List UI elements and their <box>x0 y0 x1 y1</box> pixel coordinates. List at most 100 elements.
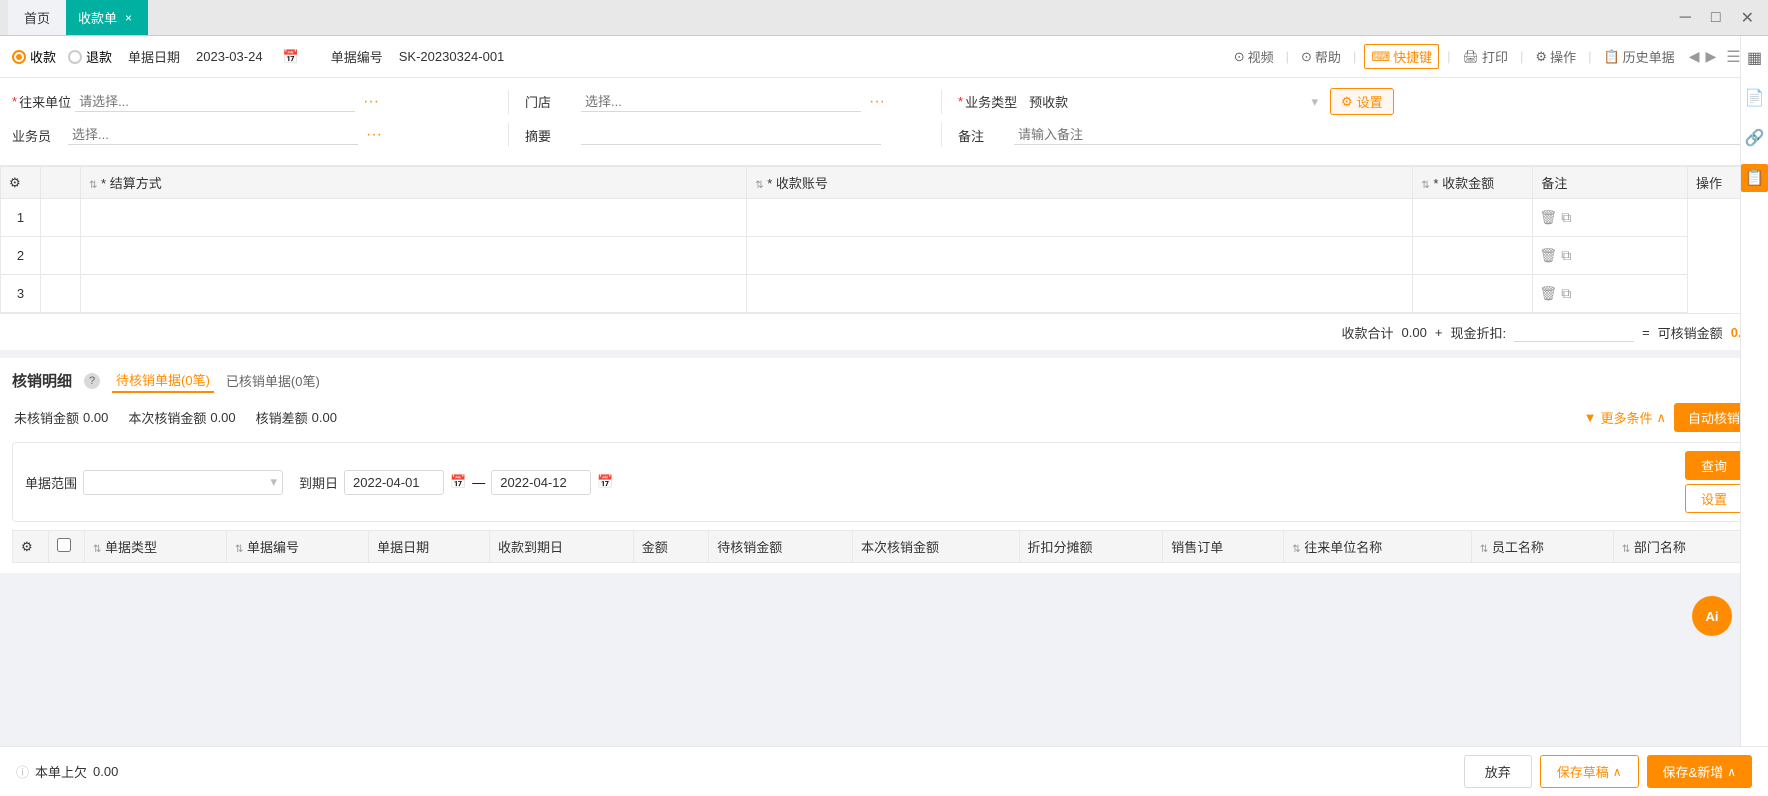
row-3-account[interactable] <box>81 275 747 313</box>
prev-info-icon[interactable]: ⓘ <box>16 762 29 781</box>
help-button[interactable]: ⊙ 帮助 <box>1297 45 1345 68</box>
footer: ⓘ 本单上欠 0.00 放弃 保存草稿 ∧ 保存&新增 ∧ <box>0 746 1768 796</box>
more-conditions-btn[interactable]: ▼ 更多条件 ∧ <box>1584 408 1666 427</box>
radio-receipt[interactable]: 收款 <box>12 47 56 66</box>
save-button[interactable]: 保存&新增 ∧ <box>1647 755 1752 788</box>
tab-home[interactable]: 首页 <box>8 0 66 35</box>
customer-more-btn[interactable]: ··· <box>359 93 383 111</box>
biz-type-value: 预收款 <box>1029 92 1068 111</box>
tab-done[interactable]: 已核销单据(0笔) <box>226 371 320 390</box>
maximize-button[interactable]: □ <box>1705 7 1727 29</box>
th-discount: 折扣分摊额 <box>1019 531 1163 563</box>
range-select[interactable] <box>83 470 283 495</box>
tab-close-icon[interactable]: × <box>125 11 132 25</box>
row-1-settle[interactable] <box>41 199 81 237</box>
help-icon: ⊙ <box>1301 49 1312 65</box>
customer-input[interactable] <box>75 92 355 112</box>
next-arrow[interactable]: ▶ <box>1703 48 1718 65</box>
divider-2 <box>941 90 942 114</box>
row-3-account-input[interactable] <box>81 275 746 312</box>
row-2-remark[interactable] <box>1413 237 1533 275</box>
discount-input[interactable] <box>1514 322 1634 342</box>
row-2-remark-input[interactable] <box>1413 237 1532 274</box>
biz-type-dropdown[interactable]: ▾ <box>1311 94 1318 110</box>
row-2-account-input[interactable] <box>81 237 746 274</box>
tab-active[interactable]: 收款单 × <box>66 0 148 35</box>
table-row: 3 🗑 ⧉ <box>1 275 1768 313</box>
verify-info-icon[interactable]: ? <box>84 373 100 389</box>
row-1-amount-input[interactable] <box>747 199 1412 236</box>
draft-button[interactable]: 保存草稿 ∧ <box>1540 755 1639 788</box>
prev-arrow[interactable]: ◀ <box>1687 48 1702 65</box>
row-2-settle[interactable] <box>41 237 81 275</box>
row-2-account[interactable] <box>81 237 747 275</box>
shortcut-button[interactable]: ⌨ 快捷键 <box>1364 44 1439 69</box>
row-3-remark[interactable] <box>1413 275 1533 313</box>
row-3-remark-input[interactable] <box>1413 275 1532 312</box>
row-1-settle-input[interactable] <box>41 199 80 236</box>
remark-input[interactable] <box>1014 125 1756 145</box>
th-settings-bottom[interactable]: ⚙ <box>13 531 49 563</box>
row-2-amount-input[interactable] <box>747 237 1412 274</box>
verify-title: 核销明细 <box>12 370 72 391</box>
biz-type-required: * <box>958 94 963 109</box>
bill-no-value: SK-20230324-001 <box>399 49 505 64</box>
row-3-copy-icon[interactable]: ⧉ <box>1561 285 1571 302</box>
video-button[interactable]: ⊙ 视频 <box>1230 45 1278 68</box>
select-all-checkbox[interactable] <box>57 538 71 552</box>
sidebar-active-icon[interactable]: 📋 <box>1741 164 1768 192</box>
due-from-cal-icon[interactable]: 📅 <box>450 474 466 490</box>
tab-pending[interactable]: 待核销单据(0笔) <box>112 368 214 393</box>
calendar-icon[interactable]: 📅 <box>283 49 299 65</box>
row-3-amount-input[interactable] <box>747 275 1412 312</box>
row-2-action: 🗑 ⧉ <box>1533 237 1688 275</box>
history-button[interactable]: 📋 历史单据 <box>1599 45 1678 68</box>
row-1-account-input[interactable] <box>81 199 746 236</box>
row-2-amount[interactable] <box>747 237 1413 275</box>
due-to-input[interactable] <box>491 470 591 495</box>
settings-button[interactable]: ⚙ 设置 <box>1330 88 1394 115</box>
print-button[interactable]: 🖨 打印 <box>1459 45 1513 68</box>
th-settings[interactable]: ⚙ <box>1 167 41 199</box>
row-3-settle[interactable] <box>41 275 81 313</box>
stats-row: 未核销金额 0.00 本次核销金额 0.00 核销差额 0.00 ▼ 更多条件 … <box>12 403 1756 432</box>
th-row-num <box>41 167 81 199</box>
store-input[interactable] <box>581 92 861 112</box>
staff-more-btn[interactable]: ··· <box>362 126 386 144</box>
row-3-amount[interactable] <box>747 275 1413 313</box>
row-2-copy-icon[interactable]: ⧉ <box>1561 247 1571 264</box>
th-account: ⇅ * 收款账号 <box>747 167 1413 199</box>
table-row: 2 🗑 ⧉ <box>1 237 1768 275</box>
sidebar-table-icon[interactable]: ▦ <box>1743 44 1766 72</box>
row-1-amount[interactable] <box>747 199 1413 237</box>
row-2-settle-input[interactable] <box>41 237 80 274</box>
row-2-delete-icon[interactable]: 🗑 <box>1539 247 1557 264</box>
sidebar-link-icon[interactable]: 🔗 <box>1741 124 1768 152</box>
row-3-delete-icon[interactable]: 🗑 <box>1539 285 1557 302</box>
row-1-remark-input[interactable] <box>1413 199 1532 236</box>
row-3-settle-input[interactable] <box>41 275 80 312</box>
abandon-button[interactable]: 放弃 <box>1464 755 1532 788</box>
list-view-btn[interactable]: ☰ <box>1726 47 1740 67</box>
sidebar-doc-icon[interactable]: 📄 <box>1741 84 1768 112</box>
summary-input[interactable] <box>581 125 881 145</box>
row-1-account[interactable] <box>81 199 747 237</box>
ops-button[interactable]: ⚙ 操作 <box>1531 45 1580 68</box>
ai-badge[interactable]: Ai <box>1692 596 1732 636</box>
video-icon: ⊙ <box>1234 49 1245 65</box>
verify-settings-button[interactable]: 设置 <box>1685 484 1743 513</box>
radio-refund[interactable]: 退款 <box>68 47 112 66</box>
query-button[interactable]: 查询 <box>1685 451 1743 480</box>
staff-input[interactable] <box>68 125 358 145</box>
diff-val: 0.00 <box>312 410 337 425</box>
row-1-remark[interactable] <box>1413 199 1533 237</box>
row-1-copy-icon[interactable]: ⧉ <box>1561 209 1571 226</box>
store-more-btn[interactable]: ··· <box>865 93 889 111</box>
close-button[interactable]: ✕ <box>1735 6 1760 30</box>
filter-row: 单据范围 ▾ 到期日 📅 — 📅 查询 设置 <box>12 442 1756 522</box>
due-from-input[interactable] <box>344 470 444 495</box>
row-1-delete-icon[interactable]: 🗑 <box>1539 209 1557 226</box>
minimize-button[interactable]: ─ <box>1674 7 1697 29</box>
due-to-cal-icon[interactable]: 📅 <box>597 474 613 490</box>
current-val: 0.00 <box>210 410 235 425</box>
